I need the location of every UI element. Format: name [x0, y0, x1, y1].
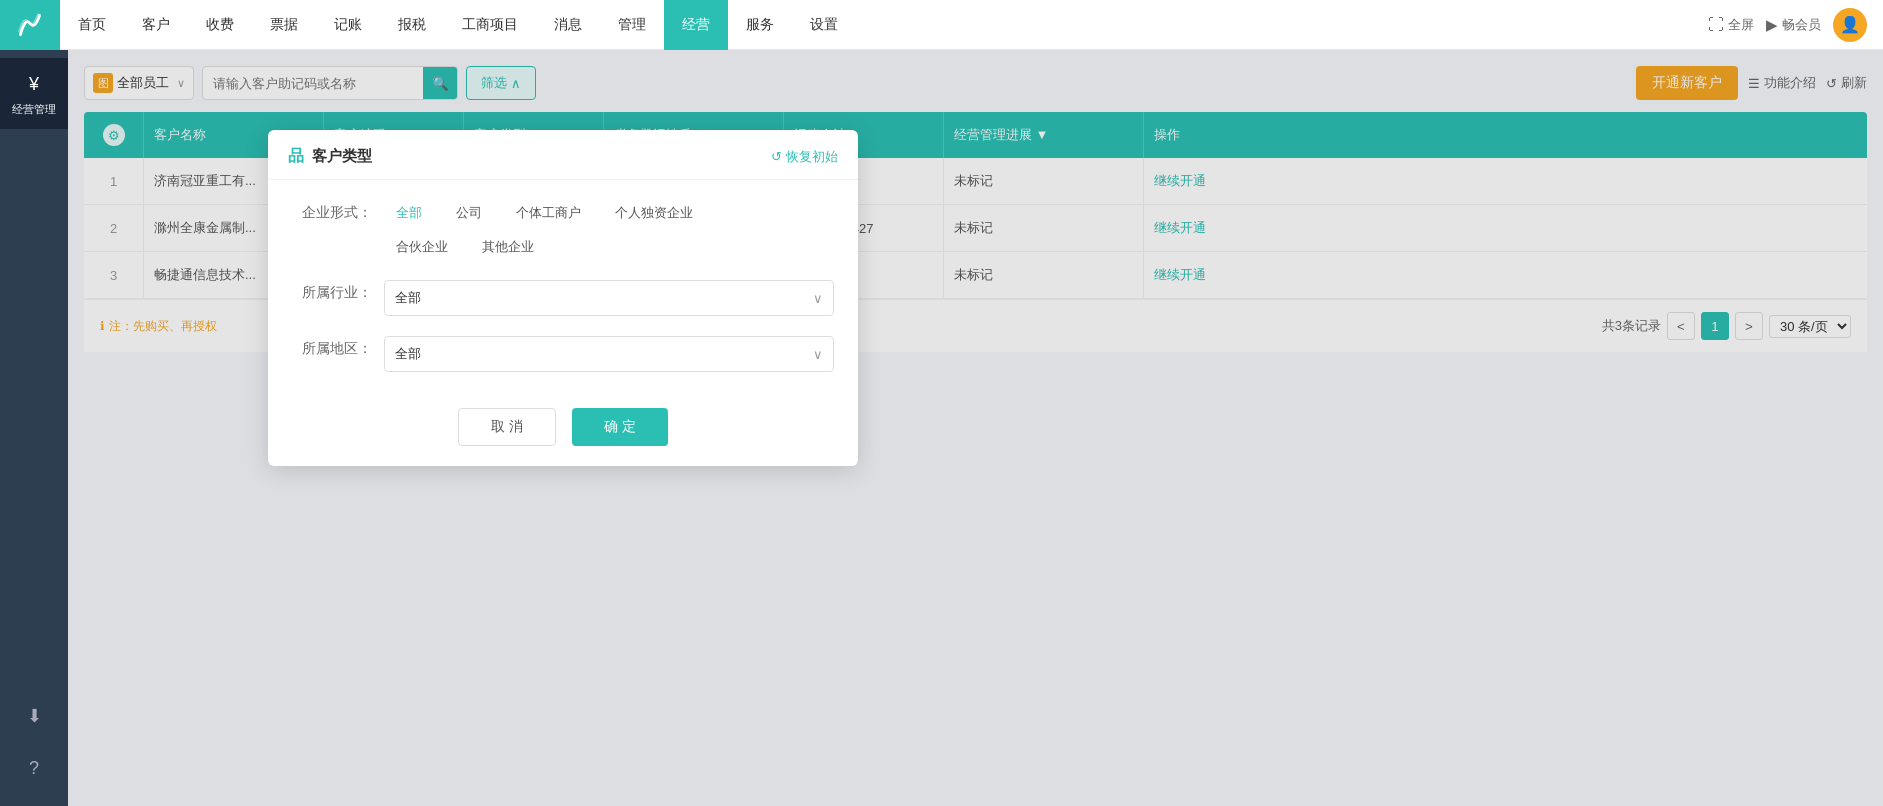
nav-item-bills[interactable]: 票据 — [252, 0, 316, 50]
sidebar-item-download[interactable]: ⬇ — [0, 690, 68, 742]
help-icon: ? — [20, 754, 48, 782]
nav-item-accounting[interactable]: 记账 — [316, 0, 380, 50]
sidebar-bottom: ⬇ ? — [0, 690, 68, 806]
modal-body: 企业形式： 全部 公司 个体工商户 个人独资企业 合伙企业 其他企业 — [268, 180, 858, 392]
confirm-button[interactable]: 确 定 — [572, 408, 668, 446]
reset-icon: ↺ — [771, 149, 782, 164]
region-row: 所属地区： 全部 ∨ — [292, 336, 834, 372]
region-select[interactable]: 全部 ∨ — [384, 336, 834, 372]
enterprise-tag-group: 全部 公司 个体工商户 个人独资企业 — [384, 200, 834, 226]
enterprise-form-label: 企业形式： — [292, 200, 372, 222]
yuan-icon: ¥ — [20, 70, 48, 98]
nav-item-home[interactable]: 首页 — [60, 0, 124, 50]
enterprise-form-row: 企业形式： 全部 公司 个体工商户 个人独资企业 合伙企业 其他企业 — [292, 200, 834, 260]
enterprise-form-content: 全部 公司 个体工商户 个人独资企业 合伙企业 其他企业 — [384, 200, 834, 260]
nav-item-tax[interactable]: 报税 — [380, 0, 444, 50]
nav-item-fees[interactable]: 收费 — [188, 0, 252, 50]
tag-other[interactable]: 其他企业 — [470, 234, 546, 260]
modal-title-icon: 品 — [288, 146, 304, 167]
modal-title: 品 客户类型 — [288, 146, 372, 167]
vip-button[interactable]: ▶ 畅会员 — [1766, 16, 1821, 34]
industry-select[interactable]: 全部 ∨ — [384, 280, 834, 316]
vip-label: 畅会员 — [1782, 16, 1821, 34]
nav-item-manage[interactable]: 管理 — [600, 0, 664, 50]
filter-modal: 品 客户类型 ↺ 恢复初始 企业形式： 全部 — [268, 130, 858, 466]
fullscreen-icon: ⛶ — [1708, 16, 1724, 34]
cancel-button[interactable]: 取 消 — [458, 408, 556, 446]
download-icon: ⬇ — [20, 702, 48, 730]
nav-item-customer[interactable]: 客户 — [124, 0, 188, 50]
top-nav: 首页 客户 收费 票据 记账 报税 工商项目 消息 管理 经营 服务 设置 ⛶ … — [0, 0, 1883, 50]
nav-item-message[interactable]: 消息 — [536, 0, 600, 50]
industry-row: 所属行业： 全部 ∨ — [292, 280, 834, 316]
region-label: 所属地区： — [292, 336, 372, 358]
region-value: 全部 — [395, 345, 421, 363]
nav-items: 首页 客户 收费 票据 记账 报税 工商项目 消息 管理 经营 服务 设置 — [60, 0, 1708, 50]
vip-icon: ▶ — [1766, 16, 1778, 34]
reset-label: 恢复初始 — [786, 148, 838, 166]
main-content: 图 全部员工 ∨ 🔍 筛选 ∧ 开通新客户 ☰ 功能介绍 — [68, 50, 1883, 806]
sidebar-item-label: 经营管理 — [12, 102, 56, 117]
sidebar-item-operation-management[interactable]: ¥ 经营管理 — [0, 58, 68, 129]
modal-overlay: 品 客户类型 ↺ 恢复初始 企业形式： 全部 — [68, 50, 1883, 806]
sidebar-item-help[interactable]: ? — [0, 742, 68, 794]
tag-partnership[interactable]: 合伙企业 — [384, 234, 460, 260]
industry-content: 全部 ∨ — [384, 280, 834, 316]
tag-all[interactable]: 全部 — [384, 200, 434, 226]
enterprise-tag-group-2: 合伙企业 其他企业 — [384, 234, 834, 260]
tag-company[interactable]: 公司 — [444, 200, 494, 226]
modal-title-text: 客户类型 — [312, 147, 372, 166]
layout: ¥ 经营管理 ⬇ ? 图 全部员工 ∨ 🔍 — [0, 50, 1883, 806]
industry-value: 全部 — [395, 289, 421, 307]
modal-header: 品 客户类型 ↺ 恢复初始 — [268, 130, 858, 180]
tag-sole-proprietorship[interactable]: 个人独资企业 — [603, 200, 705, 226]
industry-label: 所属行业： — [292, 280, 372, 302]
tag-individual[interactable]: 个体工商户 — [504, 200, 593, 226]
modal-footer: 取 消 确 定 — [268, 392, 858, 466]
sidebar: ¥ 经营管理 ⬇ ? — [0, 50, 68, 806]
chevron-down-icon: ∨ — [813, 347, 823, 362]
nav-item-service[interactable]: 服务 — [728, 0, 792, 50]
chevron-down-icon: ∨ — [813, 291, 823, 306]
nav-item-settings[interactable]: 设置 — [792, 0, 856, 50]
nav-right: ⛶ 全屏 ▶ 畅会员 👤 — [1708, 8, 1867, 42]
fullscreen-label: 全屏 — [1728, 16, 1754, 34]
avatar[interactable]: 👤 — [1833, 8, 1867, 42]
logo — [0, 0, 60, 50]
modal-reset-button[interactable]: ↺ 恢复初始 — [771, 148, 838, 166]
fullscreen-button[interactable]: ⛶ 全屏 — [1708, 16, 1754, 34]
region-content: 全部 ∨ — [384, 336, 834, 372]
nav-item-business[interactable]: 工商项目 — [444, 0, 536, 50]
nav-item-operation[interactable]: 经营 — [664, 0, 728, 50]
